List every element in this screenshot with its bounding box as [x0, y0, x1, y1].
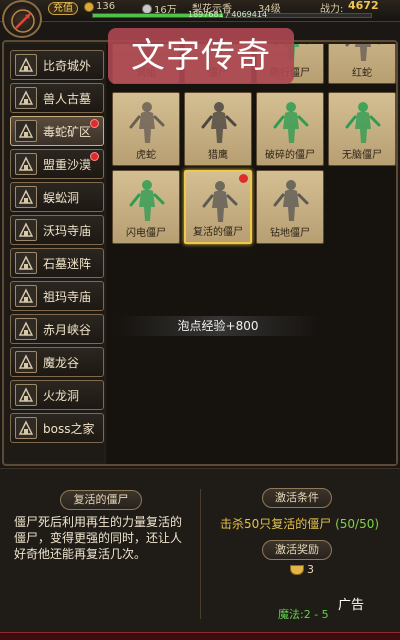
sidebar-item-label: 盟重沙漠: [43, 157, 92, 172]
centipede-icon: [15, 186, 37, 208]
gold-value: 136: [96, 1, 116, 12]
sidebar-item[interactable]: 兽人古墓: [10, 83, 104, 113]
falcon-icon: [197, 97, 241, 145]
maze-icon: [15, 252, 37, 274]
brainless-zombie-icon: [341, 97, 385, 145]
ingot-icon: [290, 564, 304, 575]
sidebar-item-label: 兽人古墓: [43, 91, 92, 106]
sidebar-item-label: 火龙洞: [43, 388, 80, 403]
monster-card[interactable]: 无脑僵尸: [328, 92, 396, 166]
monster-card[interactable]: 红蛇: [328, 44, 396, 84]
monster-card[interactable]: 虎蛇: [112, 92, 180, 166]
monster-name: 闪电僵尸: [126, 228, 166, 239]
sidebar-item-label: 石墓迷阵: [43, 256, 92, 271]
firedragon-icon: [15, 384, 37, 406]
sidebar-item[interactable]: 毒蛇矿区: [10, 116, 104, 146]
sidebar-item-label: 魔龙谷: [43, 355, 80, 370]
magic-stat: 魔法:2 - 5: [278, 608, 329, 621]
monster-card[interactable]: 闪电僵尸: [112, 170, 180, 244]
temple-icon: [15, 54, 37, 76]
broken-zombie-icon: [269, 97, 313, 145]
bottom-bar: [0, 632, 400, 640]
boss-icon: [15, 417, 37, 439]
dragon-icon: [15, 351, 37, 373]
desert-icon: [15, 153, 37, 175]
monster-card[interactable]: 复活的僵尸: [184, 170, 252, 244]
monster-grid: 洞蛆僵尸爬行僵尸红蛇虎蛇猎鹰破碎的僵尸无脑僵尸闪电僵尸复活的僵尸钻地僵尸: [106, 44, 396, 464]
sidebar-item[interactable]: 祖玛寺庙: [10, 281, 104, 311]
monster-name: 无脑僵尸: [342, 150, 382, 161]
gold-display: 136: [84, 1, 115, 12]
sidebar-item[interactable]: 盟重沙漠: [10, 149, 104, 179]
notification-dot: [239, 174, 248, 183]
status-bar: 充值 136 16万 梨花示香 34级 战力: 4672 1897681 / 4…: [0, 0, 400, 22]
notification-dot: [90, 152, 99, 161]
monster-name: 钻地僵尸: [270, 228, 310, 239]
sidebar-item-label: boss之家: [43, 421, 95, 436]
activation-condition: 击杀50只复活的僵尸 (50/50): [220, 515, 379, 532]
monster-name: 猎鹰: [208, 150, 228, 161]
tiger-snake-icon: [125, 97, 169, 145]
sidebar-item-label: 赤月峡谷: [43, 322, 92, 337]
map-sidebar: 比奇城外兽人古墓毒蛇矿区盟重沙漠蜈蚣洞沃玛寺庙石墓迷阵祖玛寺庙赤月峡谷魔龙谷火龙…: [4, 44, 104, 462]
activation-reward: 3: [290, 563, 314, 576]
gold-icon: [84, 1, 94, 12]
condition-progress: (50/50): [335, 517, 380, 531]
shrine-icon: [15, 285, 37, 307]
sidebar-item-label: 沃玛寺庙: [43, 223, 92, 238]
sidebar-item-label: 毒蛇矿区: [43, 124, 92, 139]
condition-text: 击杀50只复活的僵尸: [220, 517, 332, 531]
snake-icon: [341, 44, 385, 63]
notification-dot: [90, 119, 99, 128]
reward-label: 激活奖励: [262, 540, 332, 560]
sidebar-item-label: 比奇城外: [43, 58, 92, 73]
sidebar-item[interactable]: 火龙洞: [10, 380, 104, 410]
tomb-icon: [15, 87, 37, 109]
sidebar-item-label: 祖玛寺庙: [43, 289, 92, 304]
sidebar-item[interactable]: 魔龙谷: [10, 347, 104, 377]
monster-description: 僵尸死后利用再生的力量复活的僵尸，变得更强的同时，还让人好奇他还能再复活几次。: [14, 515, 183, 561]
moon-icon: [15, 318, 37, 340]
monster-card[interactable]: 猎鹰: [184, 92, 252, 166]
lightning-zombie-icon: [125, 175, 169, 223]
pagoda-icon: [15, 219, 37, 241]
monster-card[interactable]: 破碎的僵尸: [256, 92, 324, 166]
sidebar-item-label: 蜈蚣洞: [43, 190, 80, 205]
ad-button[interactable]: 广告: [338, 594, 364, 613]
sidebar-item[interactable]: 比奇城外: [10, 50, 104, 80]
compass-button[interactable]: [2, 0, 42, 38]
detail-title: 复活的僵尸: [60, 490, 142, 510]
cave-icon: [15, 120, 37, 142]
exp-text: 1897681 / 4069414: [188, 10, 268, 19]
sidebar-item[interactable]: 石墓迷阵: [10, 248, 104, 278]
sidebar-item[interactable]: boss之家: [10, 413, 104, 443]
monster-name: 虎蛇: [136, 150, 156, 161]
recharge-button[interactable]: 充值: [48, 2, 78, 15]
monster-name: 红蛇: [352, 68, 372, 79]
sidebar-item[interactable]: 沃玛寺庙: [10, 215, 104, 245]
monster-card[interactable]: 钻地僵尸: [256, 170, 324, 244]
sidebar-item[interactable]: 赤月峡谷: [10, 314, 104, 344]
title-banner: 文字传奇: [108, 28, 294, 84]
ingot-icon: [142, 3, 152, 14]
monster-name: 破碎的僵尸: [265, 150, 315, 161]
idle-exp-note: 泡点经验+800: [118, 316, 318, 336]
panel-divider: [200, 489, 201, 619]
compass-icon: [11, 9, 35, 33]
reward-value: 3: [307, 563, 314, 576]
monster-name: 复活的僵尸: [193, 227, 243, 238]
revived-zombie-icon: [198, 176, 242, 224]
condition-label: 激活条件: [262, 488, 332, 508]
power-value: 4672: [348, 0, 379, 12]
burrowing-zombie-icon: [269, 175, 313, 223]
sidebar-item[interactable]: 蜈蚣洞: [10, 182, 104, 212]
